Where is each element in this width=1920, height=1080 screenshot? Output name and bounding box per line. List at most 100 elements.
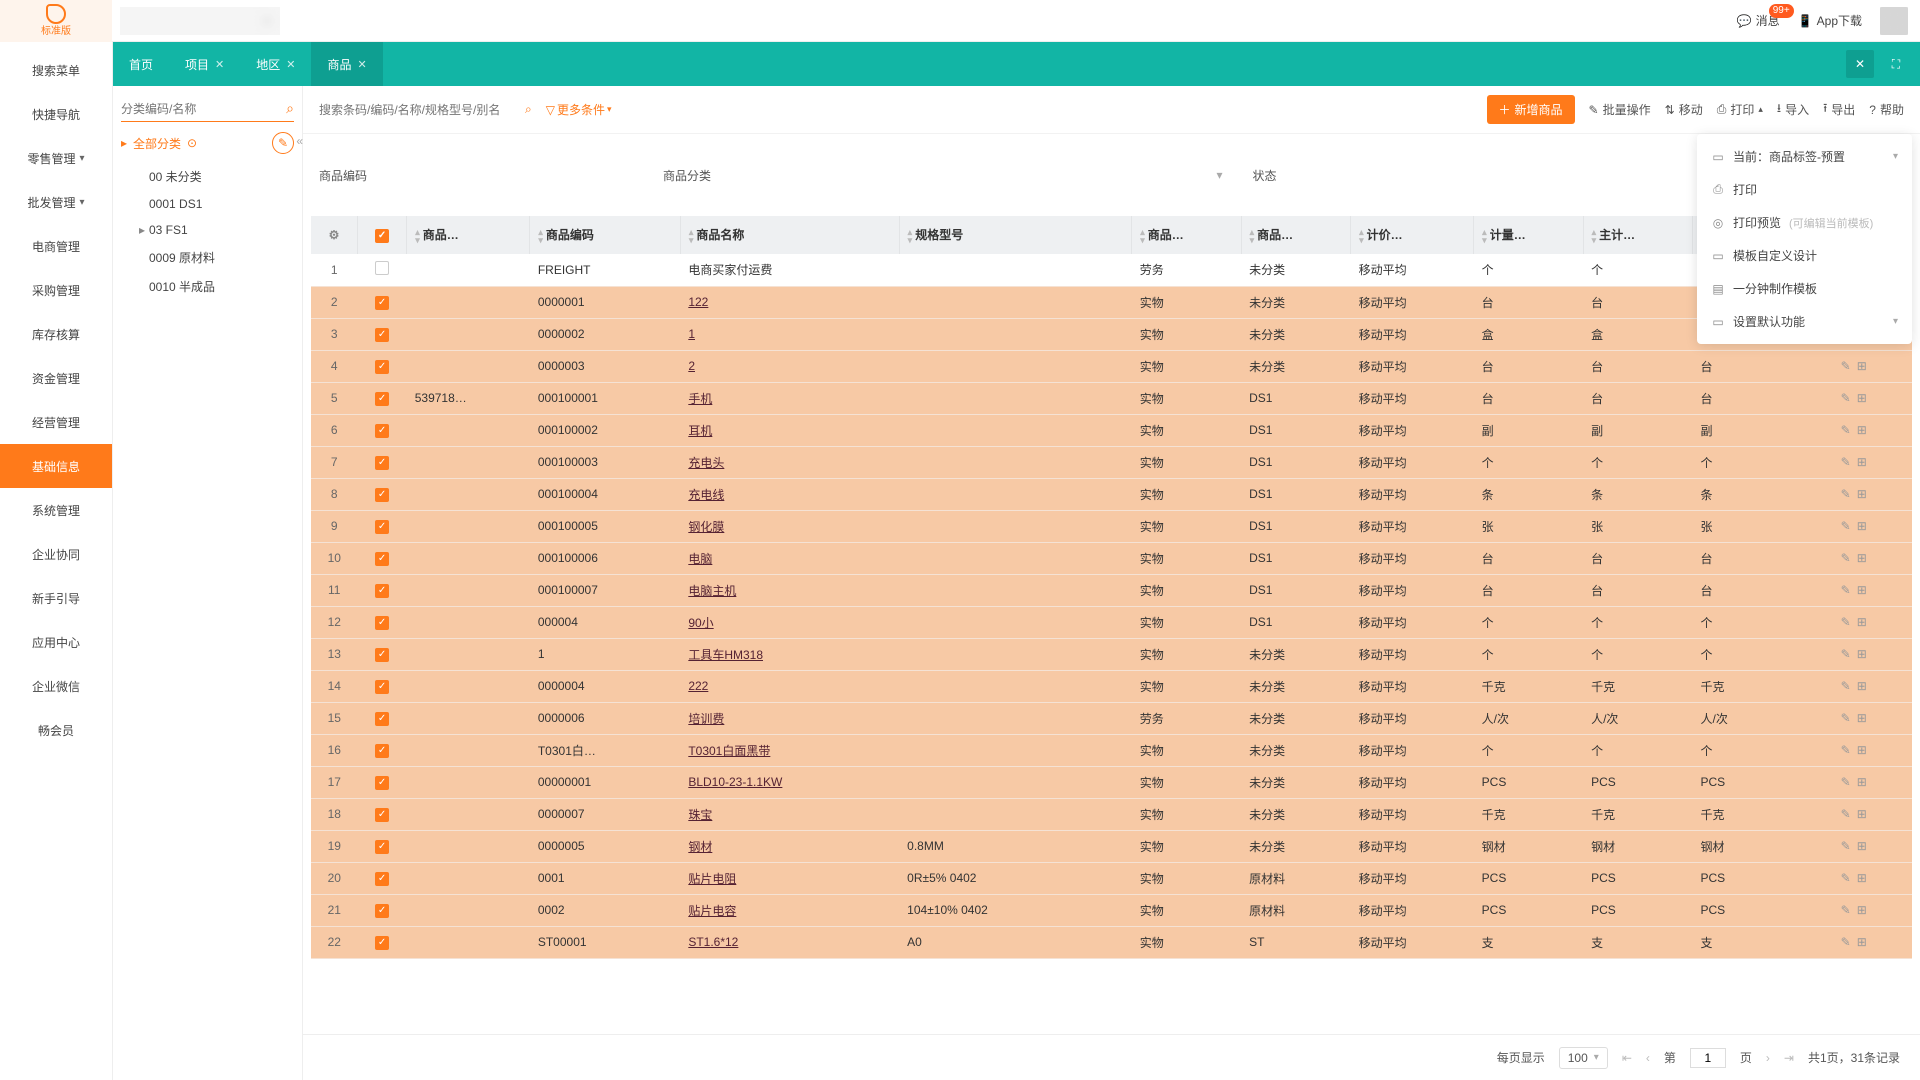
column-header[interactable]: ✓: [358, 216, 407, 254]
print-button[interactable]: ⎙打印▴: [1717, 101, 1763, 118]
edit-row-icon[interactable]: ✎: [1841, 743, 1851, 757]
edit-row-icon[interactable]: ✎: [1841, 839, 1851, 853]
row-checkbox[interactable]: ✓: [375, 616, 389, 630]
edit-row-icon[interactable]: ✎: [1841, 679, 1851, 693]
product-name-link[interactable]: 充电头: [688, 456, 724, 470]
close-icon[interactable]: ✕: [286, 58, 295, 71]
product-name-link[interactable]: BLD10-23-1.1KW: [688, 775, 782, 789]
row-checkbox[interactable]: ✓: [375, 840, 389, 854]
product-name-link[interactable]: 钢材: [688, 840, 712, 854]
sidenav-item[interactable]: 应用中心: [0, 620, 112, 664]
prev-page-button[interactable]: ‹: [1646, 1051, 1650, 1065]
search-icon[interactable]: ⌕: [525, 102, 532, 117]
table-row[interactable]: 14✓0000004222实物未分类移动平均千克千克千克✎⊞: [311, 670, 1912, 702]
more-row-icon[interactable]: ⊞: [1857, 583, 1867, 597]
column-header[interactable]: ⚙: [311, 216, 358, 254]
row-checkbox[interactable]: ✓: [375, 712, 389, 726]
product-name-link[interactable]: 1: [688, 327, 695, 341]
row-checkbox[interactable]: ✓: [375, 456, 389, 470]
dd-custom[interactable]: ▭模板自定义设计: [1697, 239, 1912, 272]
edit-row-icon[interactable]: ✎: [1841, 551, 1851, 565]
table-row[interactable]: 6✓000100002耳机实物DS1移动平均副副副✎⊞: [311, 414, 1912, 446]
select-all-checkbox[interactable]: ✓: [375, 229, 389, 243]
tab[interactable]: 项目✕: [169, 42, 240, 86]
product-name-link[interactable]: 贴片电阻: [688, 872, 736, 886]
column-header[interactable]: ▴▾规格型号: [899, 216, 1132, 254]
table-row[interactable]: 21✓0002贴片电容104±10% 0402实物原材料移动平均PCSPCSPC…: [311, 894, 1912, 926]
close-icon[interactable]: ✕: [358, 58, 367, 71]
row-checkbox[interactable]: ✓: [375, 808, 389, 822]
column-header[interactable]: ▴▾商品名称: [680, 216, 899, 254]
table-row[interactable]: 1FREIGHT电商买家付运费劳务未分类移动平均个个✎⊞: [311, 254, 1912, 286]
more-row-icon[interactable]: ⊞: [1857, 455, 1867, 469]
dd-default[interactable]: ▭设置默认功能▾: [1697, 305, 1912, 338]
column-header[interactable]: ▴▾商品…: [1132, 216, 1241, 254]
page-input[interactable]: [1690, 1048, 1726, 1068]
org-select[interactable]: ▾: [120, 7, 280, 35]
table-row[interactable]: 17✓00000001BLD10-23-1.1KW实物未分类移动平均PCSPCS…: [311, 766, 1912, 798]
edit-row-icon[interactable]: ✎: [1841, 647, 1851, 661]
more-row-icon[interactable]: ⊞: [1857, 903, 1867, 917]
more-row-icon[interactable]: ⊞: [1857, 935, 1867, 949]
batch-button[interactable]: ✎批量操作: [1589, 101, 1651, 118]
table-row[interactable]: 20✓0001贴片电阻0R±5% 0402实物原材料移动平均PCSPCSPCS✎…: [311, 862, 1912, 894]
row-checkbox[interactable]: ✓: [375, 680, 389, 694]
column-header[interactable]: ▴▾计量…: [1474, 216, 1583, 254]
column-header[interactable]: ▴▾商品…: [1241, 216, 1350, 254]
column-header[interactable]: ▴▾计价…: [1351, 216, 1474, 254]
sidenav-item[interactable]: 快捷导航: [0, 92, 112, 136]
sidenav-item[interactable]: 资金管理: [0, 356, 112, 400]
dd-make[interactable]: ▤一分钟制作模板: [1697, 272, 1912, 305]
product-name-link[interactable]: 耳机: [688, 424, 712, 438]
more-row-icon[interactable]: ⊞: [1857, 359, 1867, 373]
more-filters[interactable]: ▽ 更多条件 ▾: [546, 101, 612, 118]
sidenav-item[interactable]: 库存核算: [0, 312, 112, 356]
product-name-link[interactable]: ST1.6*12: [688, 935, 738, 949]
edit-row-icon[interactable]: ✎: [1841, 711, 1851, 725]
move-button[interactable]: ⇅移动: [1665, 101, 1703, 118]
product-name-link[interactable]: 90小: [688, 616, 713, 630]
row-checkbox[interactable]: ✓: [375, 552, 389, 566]
table-row[interactable]: 10✓000100006电脑实物DS1移动平均台台台✎⊞: [311, 542, 1912, 574]
sidenav-item[interactable]: 搜索菜单: [0, 48, 112, 92]
tab[interactable]: 首页: [113, 42, 169, 86]
row-checkbox[interactable]: ✓: [375, 296, 389, 310]
filter-category-select[interactable]: ▾: [717, 168, 1222, 183]
collapse-tree-icon[interactable]: «: [296, 134, 303, 148]
edit-row-icon[interactable]: ✎: [1841, 903, 1851, 917]
next-page-button[interactable]: ›: [1766, 1051, 1770, 1065]
table-row[interactable]: 12✓00000490小实物DS1移动平均个个个✎⊞: [311, 606, 1912, 638]
table-row[interactable]: 3✓00000021实物未分类移动平均盒盒盒✎⊞: [311, 318, 1912, 350]
row-checkbox[interactable]: ✓: [375, 360, 389, 374]
filter-code-input[interactable]: [373, 175, 633, 176]
search-icon[interactable]: ⌕: [286, 100, 294, 117]
row-checkbox[interactable]: ✓: [375, 424, 389, 438]
product-name-link[interactable]: 122: [688, 295, 708, 309]
row-checkbox[interactable]: ✓: [375, 328, 389, 342]
row-checkbox[interactable]: ✓: [375, 392, 389, 406]
table-row[interactable]: 16✓T0301白…T0301白面黑带实物未分类移动平均个个个✎⊞: [311, 734, 1912, 766]
edit-row-icon[interactable]: ✎: [1841, 487, 1851, 501]
sidenav-item[interactable]: 畅会员: [0, 708, 112, 752]
sidenav-item[interactable]: 基础信息: [0, 444, 112, 488]
row-checkbox[interactable]: ✓: [375, 744, 389, 758]
page-size-select[interactable]: 100▾: [1559, 1047, 1608, 1069]
product-name-link[interactable]: 珠宝: [688, 808, 712, 822]
edit-row-icon[interactable]: ✎: [1841, 391, 1851, 405]
app-download[interactable]: 📱 App下载: [1798, 12, 1862, 29]
edit-row-icon[interactable]: ✎: [1841, 871, 1851, 885]
sidenav-item[interactable]: 零售管理▾: [0, 136, 112, 180]
table-row[interactable]: 11✓000100007电脑主机实物DS1移动平均台台台✎⊞: [311, 574, 1912, 606]
table-row[interactable]: 5✓539718…000100001手机实物DS1移动平均台台台✎⊞: [311, 382, 1912, 414]
sidenav-item[interactable]: 电商管理: [0, 224, 112, 268]
import-button[interactable]: ⭳导入: [1777, 99, 1809, 120]
edit-icon[interactable]: ✎: [272, 132, 294, 154]
more-row-icon[interactable]: ⊞: [1857, 647, 1867, 661]
column-header[interactable]: ▴▾商品编码: [530, 216, 680, 254]
more-row-icon[interactable]: ⊞: [1857, 519, 1867, 533]
add-product-button[interactable]: ＋ 新增商品: [1487, 95, 1575, 124]
row-checkbox[interactable]: [375, 261, 389, 275]
edit-row-icon[interactable]: ✎: [1841, 359, 1851, 373]
tree-item[interactable]: 0001 DS1: [121, 191, 294, 217]
row-checkbox[interactable]: ✓: [375, 488, 389, 502]
